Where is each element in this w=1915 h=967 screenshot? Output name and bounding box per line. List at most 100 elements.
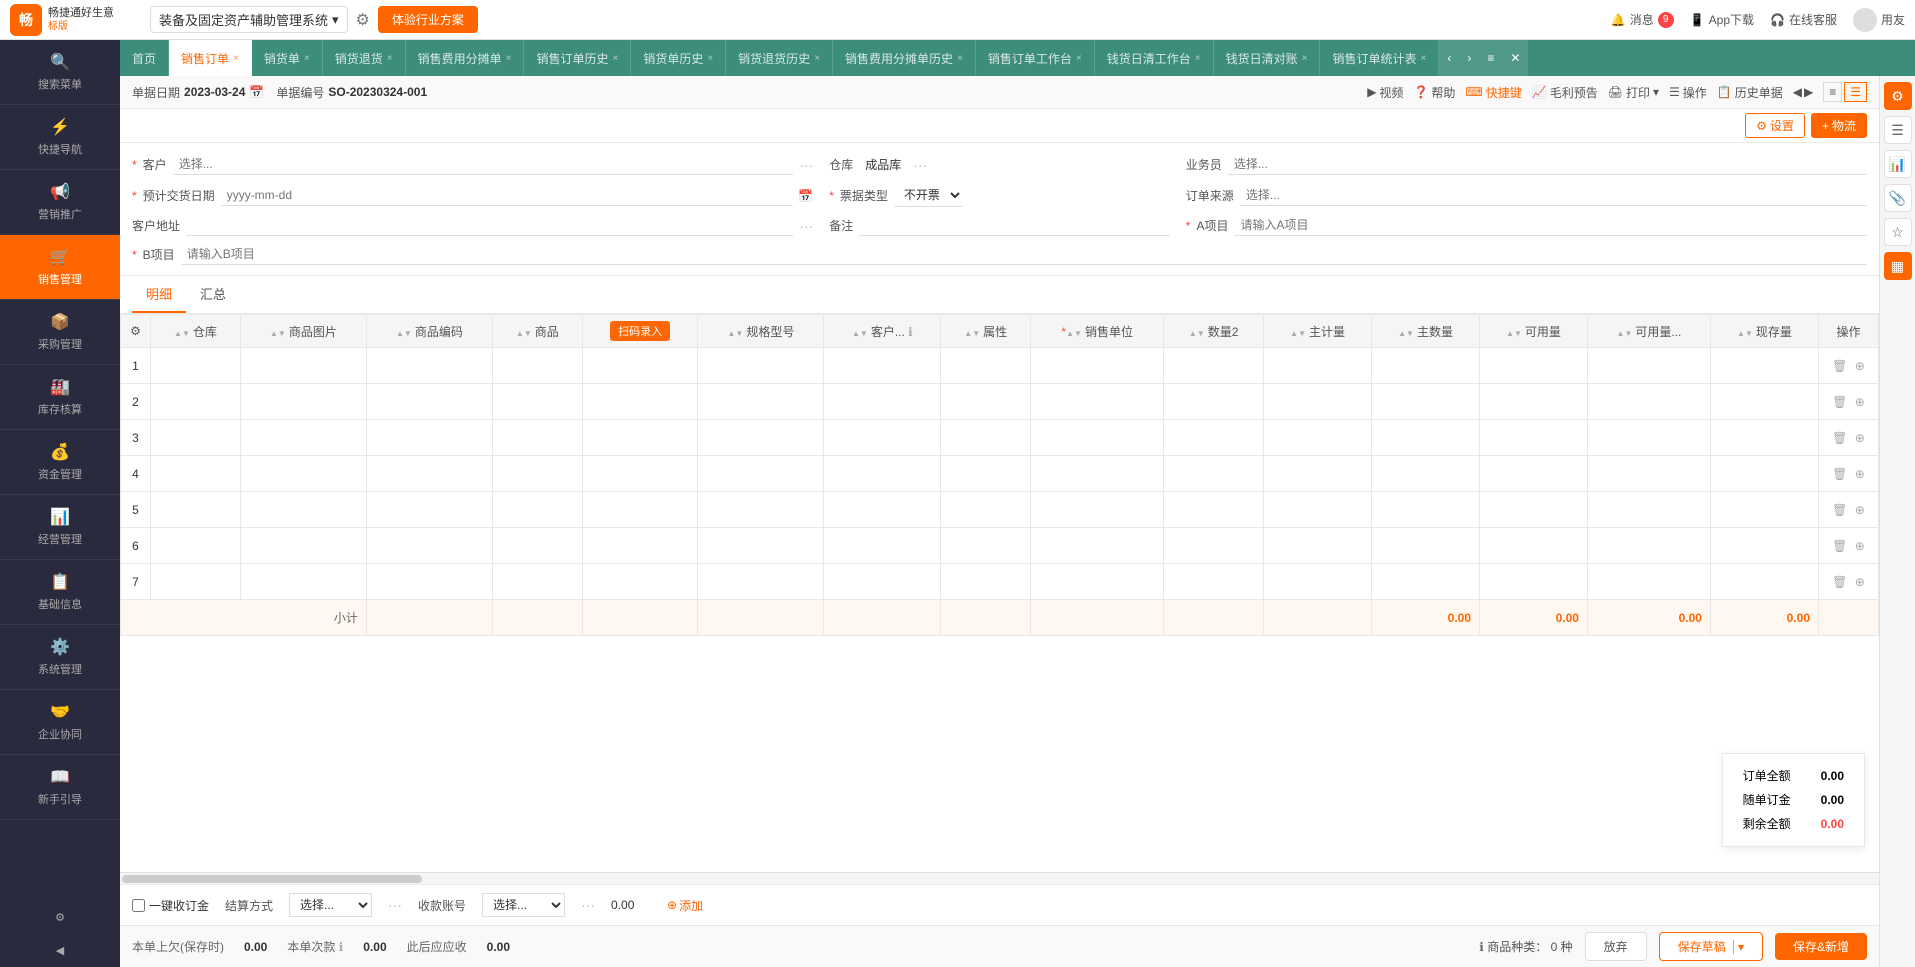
row-7-copy-btn[interactable]: ⊕ — [1855, 575, 1865, 589]
prev-record-btn[interactable]: ◀ — [1793, 85, 1802, 99]
tab-sales-stats[interactable]: 销售订单统计表 × — [1320, 40, 1439, 76]
tab-nav-left[interactable]: ‹ — [1439, 40, 1459, 76]
save-new-button[interactable]: 保存&新增 — [1775, 933, 1867, 960]
payment-method-select[interactable]: 选择... — [289, 893, 372, 917]
tab-close-sales-invoice[interactable]: × — [304, 53, 310, 64]
row-1-qty2[interactable] — [1164, 348, 1264, 384]
sidebar-item-newbie[interactable]: 📖 新手引导 — [0, 755, 120, 820]
col-qty2[interactable]: ▲▼数量2 — [1164, 315, 1264, 348]
col-settings[interactable]: ⚙ — [121, 315, 151, 348]
sidebar-item-system[interactable]: ⚙️ 系统管理 — [0, 625, 120, 690]
tab-return-history[interactable]: 销货退货历史 × — [726, 40, 833, 76]
tab-close-cash-workbench[interactable]: × — [1195, 53, 1201, 64]
col-spec[interactable]: ▲▼规格型号 — [698, 315, 824, 348]
system-title-selector[interactable]: 装备及固定资产辅助管理系统 ▾ — [150, 6, 348, 33]
sidebar-item-marketing[interactable]: 📢 营销推广 — [0, 170, 120, 235]
customer-address-input[interactable] — [186, 215, 793, 236]
account-select[interactable]: 选择... — [482, 893, 565, 917]
tab-sales-expense[interactable]: 销售费用分摊单 × — [406, 40, 525, 76]
online-service-item[interactable]: 🎧 在线客服 — [1770, 11, 1837, 28]
row-7-delete-btn[interactable]: 🗑 — [1832, 575, 1847, 589]
right-panel-clip-btn[interactable]: 📎 — [1884, 184, 1912, 212]
detail-tab-detail[interactable]: 明细 — [132, 276, 186, 313]
settings-config-btn[interactable]: ⚙ 设置 — [1745, 113, 1805, 138]
row-4-delete-btn[interactable]: 🗑 — [1832, 467, 1847, 481]
ops-btn[interactable]: ☰ 操作 — [1669, 84, 1707, 101]
row-3-delete-btn[interactable]: 🗑 — [1832, 431, 1847, 445]
right-panel-star-btn[interactable]: ☆ — [1884, 218, 1912, 246]
row-1-delete-btn[interactable]: 🗑 — [1832, 359, 1847, 373]
payment-method-more-btn[interactable]: ··· — [388, 897, 402, 913]
a-project-input[interactable] — [1234, 215, 1867, 236]
history-btn[interactable]: 📋 历史单据 — [1717, 84, 1783, 101]
add-account-btn[interactable]: ⊕ 添加 — [667, 897, 703, 914]
user-item[interactable]: 用友 — [1853, 8, 1905, 32]
salesperson-input[interactable] — [1228, 154, 1867, 175]
right-panel-chart-btn[interactable]: 📊 — [1884, 150, 1912, 178]
tab-close-sales-stats[interactable]: × — [1420, 53, 1426, 64]
tab-close-expense-history[interactable]: × — [957, 53, 963, 64]
col-current-stock[interactable]: ▲▼现存量 — [1710, 315, 1818, 348]
col-product[interactable]: ▲▼商品 — [492, 315, 582, 348]
sidebar-settings-btn[interactable]: ⚙ — [0, 901, 120, 934]
sidebar-item-search[interactable]: 🔍 搜索菜单 — [0, 40, 120, 105]
row-5-delete-btn[interactable]: 🗑 — [1832, 503, 1847, 517]
add-logistics-btn[interactable]: + 物流 — [1811, 113, 1867, 138]
row-6-delete-btn[interactable]: 🗑 — [1832, 539, 1847, 553]
col-attrs[interactable]: ▲▼属性 — [941, 315, 1031, 348]
list-view-btn[interactable]: ≡ — [1823, 82, 1842, 102]
right-panel-fingerprint-btn[interactable]: ☰ — [1884, 116, 1912, 144]
tab-close-history[interactable]: × — [612, 53, 618, 64]
col-code[interactable]: ▲▼商品编码 — [366, 315, 492, 348]
profit-btn[interactable]: 📈 毛利预告 — [1532, 84, 1598, 101]
delivery-date-input[interactable] — [221, 185, 793, 206]
form-view-btn[interactable]: ☰ — [1844, 82, 1867, 102]
customer-more-btn[interactable]: ··· — [799, 157, 813, 173]
row-1-main-qty[interactable] — [1372, 348, 1480, 384]
tab-close-sales-order[interactable]: × — [233, 53, 239, 64]
table-scrollbar[interactable] — [120, 872, 1879, 884]
discard-button[interactable]: 放弃 — [1585, 932, 1647, 961]
tab-close-cash-reconcile[interactable]: × — [1302, 53, 1308, 64]
right-panel-settings-btn[interactable]: ⚙ — [1884, 82, 1912, 110]
sidebar-item-sales[interactable]: 🛒 销售管理 — [0, 235, 120, 300]
col-main-unit[interactable]: ▲▼主计量 — [1264, 315, 1372, 348]
row-1-code[interactable] — [366, 348, 492, 384]
calendar-icon[interactable]: 📅 — [249, 85, 264, 99]
delivery-calendar-icon[interactable]: 📅 — [798, 189, 813, 203]
account-more-btn[interactable]: ··· — [581, 897, 595, 913]
address-more-btn[interactable]: ··· — [799, 218, 813, 234]
row-1-warehouse[interactable] — [151, 348, 241, 384]
tab-close-invoice-history[interactable]: × — [707, 53, 713, 64]
sidebar-item-quicknav[interactable]: ⚡ 快捷导航 — [0, 105, 120, 170]
print-btn[interactable]: 🖨 打印 ▾ — [1608, 84, 1659, 101]
col-available[interactable]: ▲▼可用量 — [1480, 315, 1588, 348]
tab-expense-history[interactable]: 销售费用分摊单历史 × — [833, 40, 976, 76]
col-main-qty[interactable]: ▲▼主数量 — [1372, 315, 1480, 348]
row-5-copy-btn[interactable]: ⊕ — [1855, 503, 1865, 517]
row-1-copy-btn[interactable]: ⊕ — [1855, 359, 1865, 373]
row-4-copy-btn[interactable]: ⊕ — [1855, 467, 1865, 481]
scroll-thumb[interactable] — [122, 875, 422, 883]
row-1-main-unit[interactable] — [1264, 348, 1372, 384]
sidebar-item-purchase[interactable]: 📦 采购管理 — [0, 300, 120, 365]
tab-sales-workbench[interactable]: 销售订单工作台 × — [976, 40, 1095, 76]
sidebar-item-inventory[interactable]: 🏭 库存核算 — [0, 365, 120, 430]
col-customer-code[interactable]: ▲▼客户... ℹ — [824, 315, 941, 348]
tab-cash-workbench[interactable]: 钱货日清工作台 × — [1095, 40, 1214, 76]
tab-nav-right[interactable]: › — [1459, 40, 1479, 76]
next-record-btn[interactable]: ▶ — [1804, 85, 1813, 99]
row-2-warehouse[interactable] — [151, 384, 241, 420]
scan-entry-btn[interactable]: 扫码录入 — [610, 321, 670, 341]
col-unit[interactable]: *▲▼销售单位 — [1031, 315, 1164, 348]
sidebar-item-finance[interactable]: 💰 资金管理 — [0, 430, 120, 495]
warehouse-more-btn[interactable]: ··· — [913, 157, 927, 173]
row-1-customer-code[interactable] — [824, 348, 941, 384]
quick-order-checkbox[interactable] — [132, 899, 145, 912]
row-3-copy-btn[interactable]: ⊕ — [1855, 431, 1865, 445]
tab-close-return-history[interactable]: × — [814, 53, 820, 64]
settings-icon[interactable]: ⚙ — [356, 10, 370, 30]
quick-order-checkbox-label[interactable]: 一键收订金 — [132, 897, 209, 914]
notification-item[interactable]: 🔔 消息 9 — [1611, 11, 1674, 28]
row-1-attrs[interactable] — [941, 348, 1031, 384]
